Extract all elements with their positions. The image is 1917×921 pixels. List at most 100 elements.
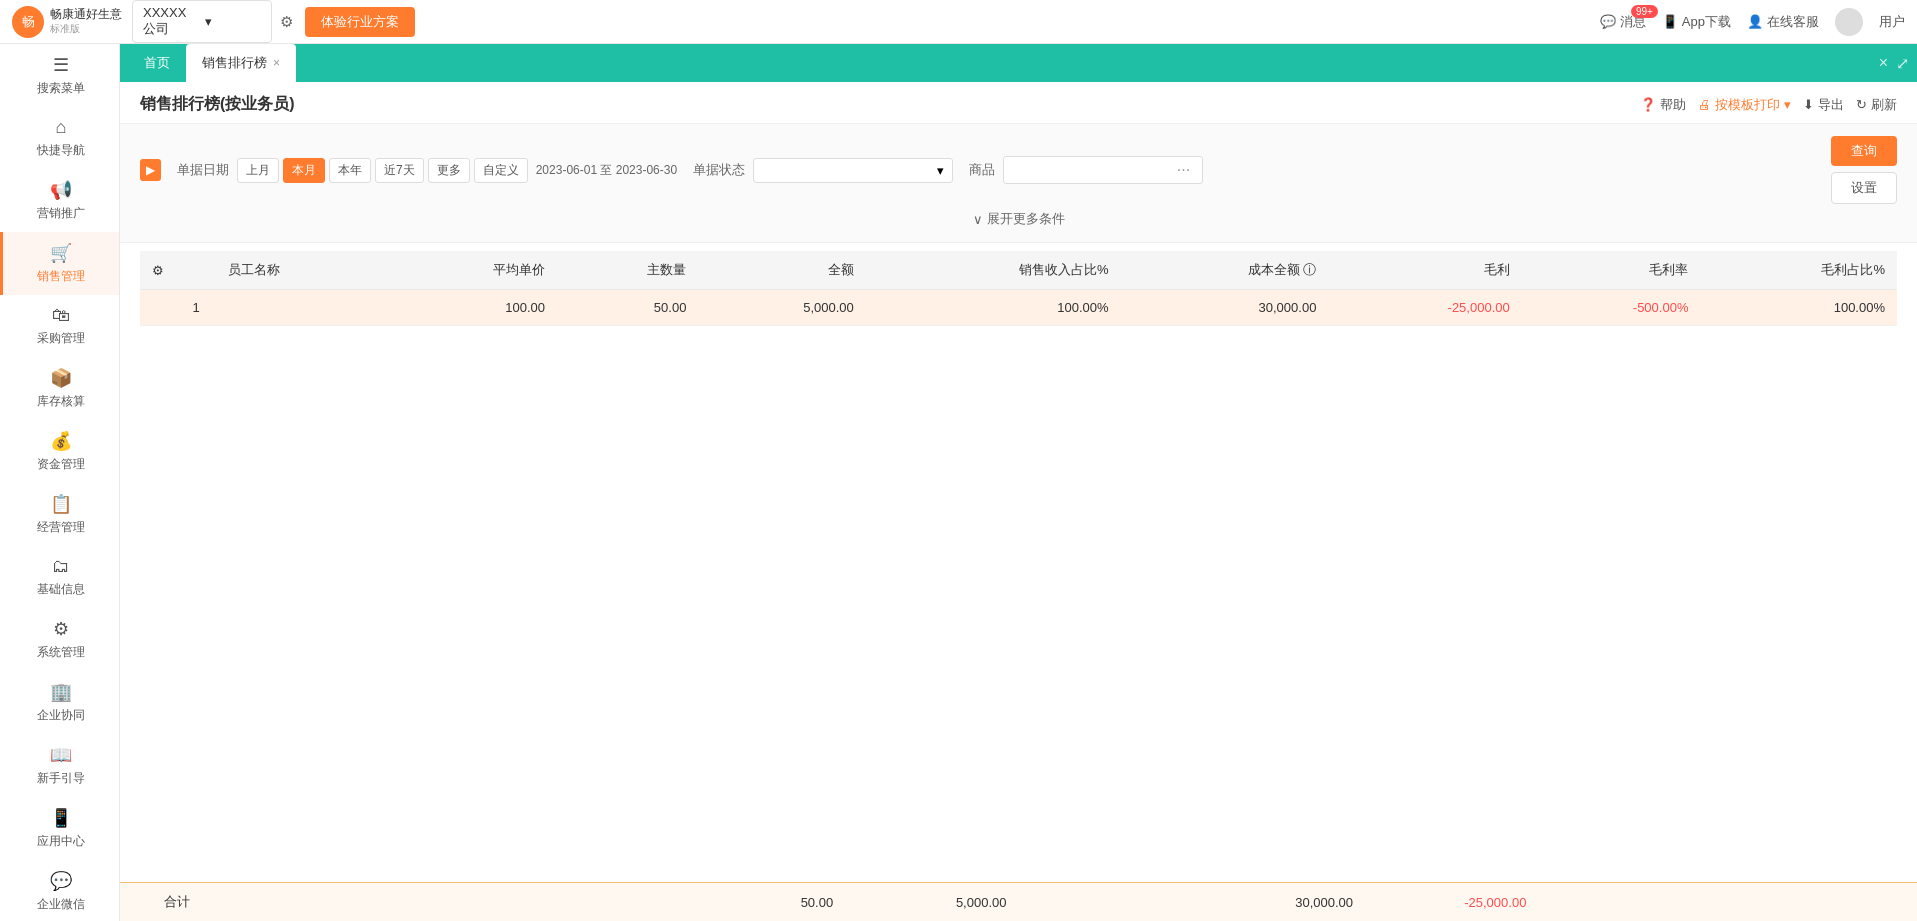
cell-gross-rate: -500.00%: [1522, 290, 1701, 326]
gear-icon: ⚙: [53, 618, 69, 640]
col-avg-price: 平均单价: [387, 251, 558, 290]
table-header-row: ⚙ 员工名称 平均单价 主数量 全额 销售收入占比% 成本全额 ⓘ 毛利 毛利率…: [140, 251, 1897, 290]
cell-cost: 30,000.00: [1121, 290, 1329, 326]
tab-maximize-icon[interactable]: ⤢: [1896, 54, 1909, 73]
col-gross-rate: 毛利率: [1522, 251, 1701, 290]
tab-close-icon[interactable]: ×: [273, 56, 280, 70]
help-button[interactable]: ❓ 帮助: [1640, 96, 1686, 114]
cell-sales-pct: 100.00%: [866, 290, 1121, 326]
bag-icon: 🛍: [52, 305, 70, 326]
app-download-button[interactable]: 📱 App下载: [1662, 13, 1731, 31]
settings-button[interactable]: 设置: [1831, 172, 1897, 204]
sidebar-item-quick-nav[interactable]: ⌂ 快捷导航: [0, 107, 119, 169]
filter-area: ▶ 单据日期 上月 本月 本年 近7天 更多 自定义 2023-06-01 至 …: [120, 124, 1917, 243]
message-button[interactable]: 💬 消息 99+: [1600, 13, 1646, 31]
sidebar-item-label: 采购管理: [37, 330, 85, 347]
sidebar-item-label: 应用中心: [37, 833, 85, 850]
export-label: 导出: [1818, 96, 1844, 114]
trial-button[interactable]: 体验行业方案: [305, 7, 415, 37]
date-btn-this-month[interactable]: 本月: [283, 158, 325, 183]
status-select[interactable]: ▾: [753, 158, 953, 183]
col-qty: 主数量: [557, 251, 698, 290]
book-icon: 📖: [50, 744, 72, 766]
goods-filter-group: 商品 ···: [969, 156, 1203, 184]
refresh-icon: ↻: [1856, 97, 1867, 112]
expand-label: 展开更多条件: [987, 210, 1065, 228]
date-btn-last-month[interactable]: 上月: [237, 158, 279, 183]
expand-more-button[interactable]: ∨ 展开更多条件: [973, 210, 1065, 228]
sidebar-item-basic-info[interactable]: 🗂 基础信息: [0, 546, 119, 608]
cell-name: [216, 290, 387, 326]
print-chevron-icon: ▾: [1784, 97, 1791, 112]
app-download-label: App下载: [1682, 13, 1731, 31]
sidebar-item-label: 新手引导: [37, 770, 85, 787]
logo-icon: 畅: [12, 6, 44, 38]
cart-icon: 🛒: [50, 242, 72, 264]
sidebar-item-wechat[interactable]: 💬 企业微信: [0, 860, 119, 921]
tab-bar: 首页 销售排行榜 × × ⤢: [120, 44, 1917, 82]
footer-gross: -25,000.00: [1365, 895, 1538, 910]
print-label: 按模板打印: [1715, 96, 1780, 114]
status-filter-label: 单据状态: [693, 161, 745, 179]
page-title: 销售排行榜(按业务员): [140, 94, 295, 115]
user-name: 用户: [1879, 13, 1905, 31]
company-selector[interactable]: XXXXX公司 ▾: [132, 0, 272, 43]
query-actions: 查询 设置: [1831, 136, 1897, 204]
help-label: 帮助: [1660, 96, 1686, 114]
chevron-down-icon: ▾: [205, 14, 261, 29]
table-area: ⚙ 员工名称 平均单价 主数量 全额 销售收入占比% 成本全额 ⓘ 毛利 毛利率…: [120, 243, 1917, 882]
export-icon: ⬇: [1803, 97, 1814, 112]
sidebar-item-label: 系统管理: [37, 644, 85, 661]
status-filter-group: 单据状态 ▾: [693, 158, 953, 183]
sidebar-item-search-order[interactable]: ☰ 搜索菜单: [0, 44, 119, 107]
sidebar-item-enterprise[interactable]: 🏢 企业协同: [0, 671, 119, 734]
query-button[interactable]: 查询: [1831, 136, 1897, 166]
date-btn-more[interactable]: 更多: [428, 158, 470, 183]
sidebar-item-system[interactable]: ⚙ 系统管理: [0, 608, 119, 671]
sidebar-item-purchase[interactable]: 🛍 采购管理: [0, 295, 119, 357]
box-icon: 📦: [50, 367, 72, 389]
date-filter-label: 单据日期: [177, 161, 229, 179]
status-chevron-icon: ▾: [937, 163, 944, 178]
online-service-button[interactable]: 👤 在线客服: [1747, 13, 1819, 31]
tab-home[interactable]: 首页: [128, 44, 186, 82]
sidebar-item-label: 搜索菜单: [37, 80, 85, 97]
goods-input[interactable]: ···: [1003, 156, 1203, 184]
date-btn-custom[interactable]: 自定义: [474, 158, 528, 183]
building-icon: 🏢: [50, 681, 72, 703]
header-actions: ❓ 帮助 🖨 按模板打印 ▾ ⬇ 导出 ↻ 刷新: [1640, 96, 1897, 114]
main-layout: ☰ 搜索菜单 ⌂ 快捷导航 📢 营销推广 🛒 销售管理 🛍 采购管理 📦 库存核…: [0, 44, 1917, 921]
avatar[interactable]: [1835, 8, 1863, 36]
goods-dots-icon[interactable]: ···: [1173, 161, 1194, 179]
export-button[interactable]: ⬇ 导出: [1803, 96, 1844, 114]
sidebar-item-sales[interactable]: 🛒 销售管理: [0, 232, 119, 295]
col-amount: 全额: [698, 251, 865, 290]
chat-icon: 💬: [50, 870, 72, 892]
date-btn-this-year[interactable]: 本年: [329, 158, 371, 183]
message-badge: 99+: [1631, 5, 1658, 18]
tab-close-window-icon[interactable]: ×: [1879, 54, 1888, 73]
footer-amount: 5,000.00: [845, 895, 1018, 910]
col-cost: 成本全额 ⓘ: [1121, 251, 1329, 290]
date-range-display: 2023-06-01 至 2023-06-30: [536, 162, 677, 179]
company-name: XXXXX公司: [143, 5, 199, 38]
tab-sales-ranking[interactable]: 销售排行榜 ×: [186, 44, 296, 82]
col-settings[interactable]: ⚙: [140, 251, 176, 290]
sidebar-item-finance[interactable]: 💰 资金管理: [0, 420, 119, 483]
sidebar-item-marketing[interactable]: 📢 营销推广: [0, 169, 119, 232]
sidebar-item-operations[interactable]: 📋 经营管理: [0, 483, 119, 546]
print-button[interactable]: 🖨 按模板打印 ▾: [1698, 96, 1791, 114]
settings-icon[interactable]: ⚙: [280, 13, 293, 31]
filter-row: ▶ 单据日期 上月 本月 本年 近7天 更多 自定义 2023-06-01 至 …: [140, 136, 1897, 204]
date-btn-7days[interactable]: 近7天: [375, 158, 424, 183]
sidebar-item-label: 资金管理: [37, 456, 85, 473]
sidebar-item-guide[interactable]: 📖 新手引导: [0, 734, 119, 797]
sidebar-item-label: 企业微信: [37, 896, 85, 913]
filter-expand-btn[interactable]: ▶: [140, 159, 161, 181]
help-icon: ❓: [1640, 97, 1656, 112]
sidebar-item-apps[interactable]: 📱 应用中心: [0, 797, 119, 860]
col-gross-pct: 毛利占比%: [1700, 251, 1897, 290]
cell-gross-pct: 100.00%: [1700, 290, 1897, 326]
sidebar-item-inventory[interactable]: 📦 库存核算: [0, 357, 119, 420]
refresh-button[interactable]: ↻ 刷新: [1856, 96, 1897, 114]
